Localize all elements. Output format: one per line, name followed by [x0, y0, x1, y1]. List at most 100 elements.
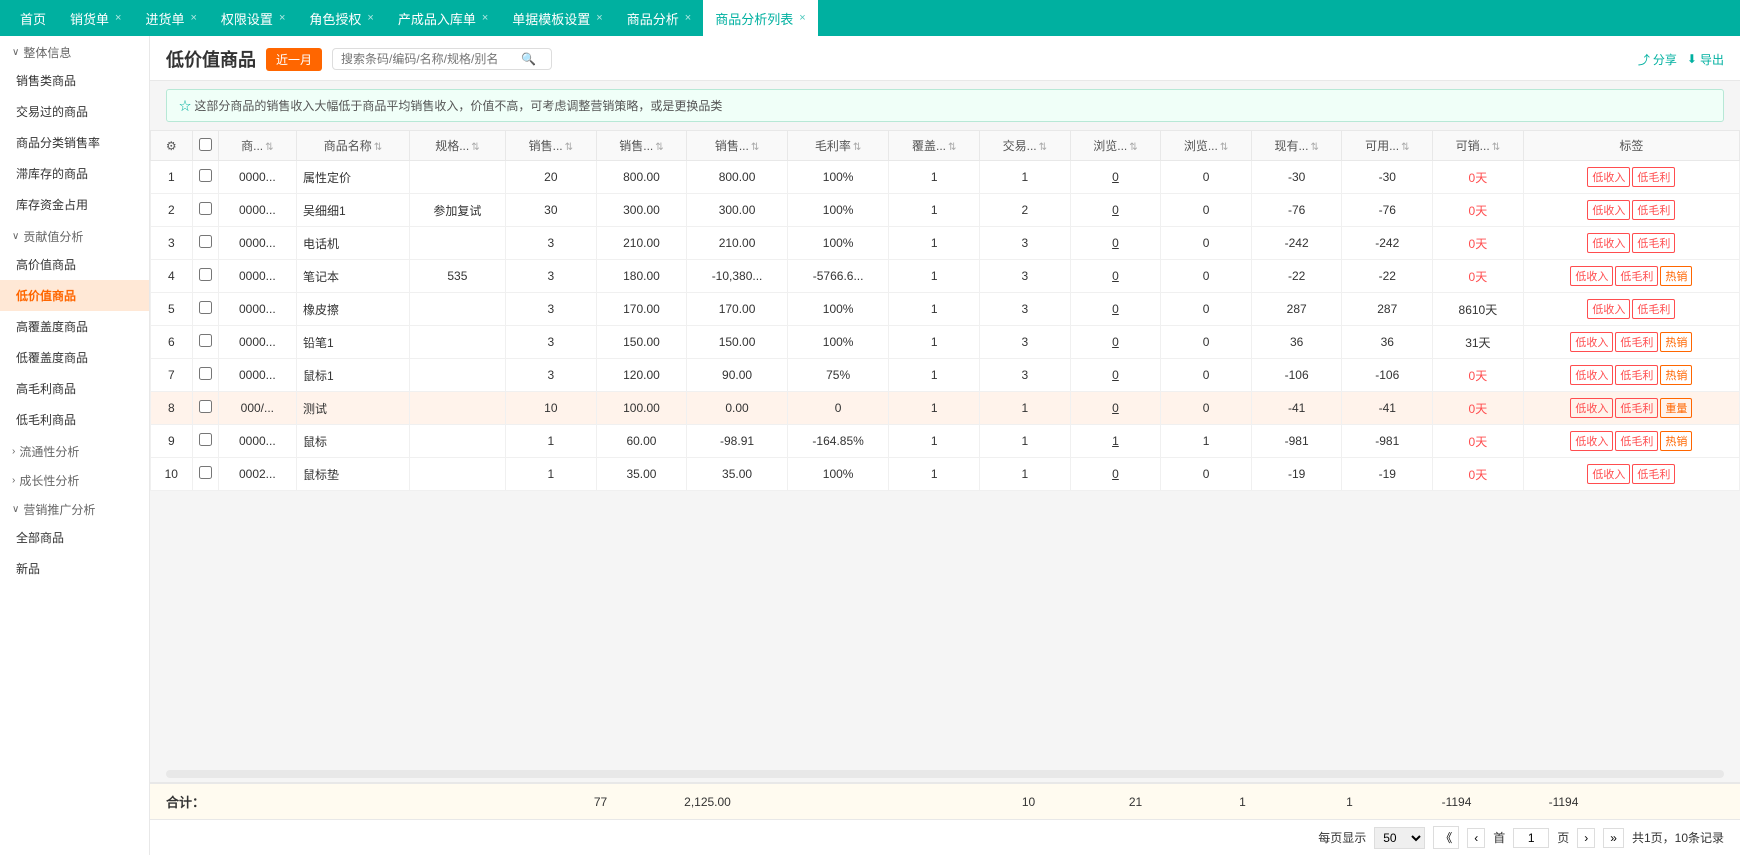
- col-checkbox[interactable]: [192, 131, 218, 161]
- nav-product-analysis-close[interactable]: ×: [685, 12, 691, 24]
- cell-checkbox[interactable]: [192, 293, 218, 326]
- cell-checkbox[interactable]: [192, 458, 218, 491]
- prev-page-button[interactable]: ‹: [1467, 828, 1485, 848]
- row-checkbox[interactable]: [199, 268, 212, 281]
- search-icon[interactable]: 🔍: [521, 52, 536, 66]
- cell-tags: 低收入低毛利: [1523, 161, 1739, 194]
- nav-product-analysis-list[interactable]: 商品分析列表 ×: [703, 0, 817, 36]
- nav-permission-close[interactable]: ×: [279, 12, 285, 24]
- cell-transaction: 2: [980, 194, 1071, 227]
- sidebar-group-circulation-arrow[interactable]: ›: [12, 446, 15, 457]
- browse-link[interactable]: 0: [1112, 170, 1119, 184]
- sidebar-item-low-value[interactable]: 低价值商品: [0, 280, 149, 311]
- sidebar-item-sluggish-goods[interactable]: 滞库存的商品: [0, 158, 149, 189]
- next-page-button[interactable]: ›: [1577, 828, 1595, 848]
- browse-link[interactable]: 0: [1112, 203, 1119, 217]
- cell-code: 0000...: [218, 293, 296, 326]
- page-size-select[interactable]: 50 10 20 100: [1374, 827, 1425, 849]
- last-page-button[interactable]: »: [1603, 828, 1624, 848]
- cell-transaction: 3: [980, 227, 1071, 260]
- browse-link[interactable]: 0: [1112, 236, 1119, 250]
- nav-product-analysis-list-close[interactable]: ×: [799, 12, 805, 24]
- browse-link[interactable]: 0: [1112, 302, 1119, 316]
- cell-browse1: 0: [1070, 326, 1161, 359]
- cell-tags: 低收入低毛利: [1523, 293, 1739, 326]
- cell-available: -19: [1342, 458, 1433, 491]
- sidebar-item-high-margin[interactable]: 高毛利商品: [0, 373, 149, 404]
- cell-checkbox[interactable]: [192, 260, 218, 293]
- nav-template-setting[interactable]: 单据模板设置 ×: [500, 0, 614, 36]
- browse-link[interactable]: 1: [1112, 434, 1119, 448]
- filter-recent-month-button[interactable]: 近一月: [266, 48, 322, 71]
- sidebar-item-all-goods[interactable]: 全部商品: [0, 522, 149, 553]
- sidebar-item-category-sales-rate[interactable]: 商品分类销售率: [0, 127, 149, 158]
- cell-sales-qty: 3: [506, 293, 597, 326]
- row-checkbox[interactable]: [199, 202, 212, 215]
- nav-role-close[interactable]: ×: [367, 12, 373, 24]
- browse-link[interactable]: 0: [1112, 335, 1119, 349]
- select-all-checkbox[interactable]: [199, 138, 212, 151]
- cell-sellable: 8610天: [1433, 293, 1524, 326]
- cell-checkbox[interactable]: [192, 392, 218, 425]
- browse-link[interactable]: 0: [1112, 401, 1119, 415]
- sidebar-item-traded-goods[interactable]: 交易过的商品: [0, 96, 149, 127]
- nav-purchase-order-close[interactable]: ×: [190, 12, 196, 24]
- sidebar-group-growth-arrow[interactable]: ›: [12, 475, 15, 486]
- sidebar-group-marketing-arrow[interactable]: ∨: [12, 504, 19, 515]
- row-checkbox[interactable]: [199, 433, 212, 446]
- cell-name: 鼠标: [297, 425, 410, 458]
- sidebar-item-sales-goods[interactable]: 销售类商品: [0, 65, 149, 96]
- nav-product-inbound-close[interactable]: ×: [482, 12, 488, 24]
- nav-role[interactable]: 角色授权 ×: [297, 0, 385, 36]
- cell-coverage: 1: [889, 194, 980, 227]
- row-checkbox[interactable]: [199, 400, 212, 413]
- nav-purchase-order[interactable]: 进货单 ×: [133, 0, 208, 36]
- sidebar-item-inventory-capital[interactable]: 库存资金占用: [0, 189, 149, 220]
- cell-available: 36: [1342, 326, 1433, 359]
- horizontal-scrollbar[interactable]: [166, 770, 1724, 778]
- first-page-button[interactable]: 《: [1433, 826, 1459, 849]
- browse-link[interactable]: 0: [1112, 269, 1119, 283]
- nav-sales-order[interactable]: 销货单 ×: [58, 0, 133, 36]
- sidebar-group-overall-arrow[interactable]: ∨: [12, 47, 19, 58]
- table-header-row: ⚙ 商...⇅ 商品名称⇅ 规格...⇅ 销售...⇅ 销售...⇅ 销售...…: [151, 131, 1740, 161]
- nav-template-setting-close[interactable]: ×: [596, 12, 602, 24]
- col-settings[interactable]: ⚙: [151, 131, 193, 161]
- nav-product-inbound[interactable]: 产成品入库单 ×: [386, 0, 500, 36]
- cell-num: 10: [151, 458, 193, 491]
- sidebar-item-new-goods[interactable]: 新品: [0, 553, 149, 584]
- sidebar-item-high-coverage[interactable]: 高覆盖度商品: [0, 311, 149, 342]
- cell-transaction: 3: [980, 260, 1071, 293]
- export-button[interactable]: ⬇ 导出: [1687, 51, 1724, 68]
- cell-checkbox[interactable]: [192, 161, 218, 194]
- row-checkbox[interactable]: [199, 367, 212, 380]
- sidebar-item-low-coverage[interactable]: 低覆盖度商品: [0, 342, 149, 373]
- cell-checkbox[interactable]: [192, 425, 218, 458]
- cell-browse2: 0: [1161, 161, 1252, 194]
- nav-sales-order-close[interactable]: ×: [115, 12, 121, 24]
- browse-link[interactable]: 0: [1112, 368, 1119, 382]
- cell-code: 0000...: [218, 425, 296, 458]
- cell-checkbox[interactable]: [192, 194, 218, 227]
- row-checkbox[interactable]: [199, 169, 212, 182]
- nav-product-analysis[interactable]: 商品分析 ×: [615, 0, 703, 36]
- cell-num: 2: [151, 194, 193, 227]
- sidebar-group-contribution-arrow[interactable]: ∨: [12, 231, 19, 242]
- sidebar-item-high-value[interactable]: 高价值商品: [0, 249, 149, 280]
- col-transaction: 交易...⇅: [980, 131, 1071, 161]
- nav-home[interactable]: 首页: [8, 0, 58, 36]
- share-button[interactable]: ⤴ 分享: [1638, 51, 1677, 68]
- row-checkbox[interactable]: [199, 466, 212, 479]
- cell-checkbox[interactable]: [192, 359, 218, 392]
- row-checkbox[interactable]: [199, 334, 212, 347]
- page-number-input[interactable]: [1513, 828, 1549, 848]
- row-checkbox[interactable]: [199, 301, 212, 314]
- sidebar-item-low-margin[interactable]: 低毛利商品: [0, 404, 149, 435]
- cell-sellable: 0天: [1433, 458, 1524, 491]
- browse-link[interactable]: 0: [1112, 467, 1119, 481]
- search-input[interactable]: [341, 52, 521, 66]
- cell-checkbox[interactable]: [192, 326, 218, 359]
- row-checkbox[interactable]: [199, 235, 212, 248]
- nav-permission[interactable]: 权限设置 ×: [209, 0, 297, 36]
- cell-checkbox[interactable]: [192, 227, 218, 260]
